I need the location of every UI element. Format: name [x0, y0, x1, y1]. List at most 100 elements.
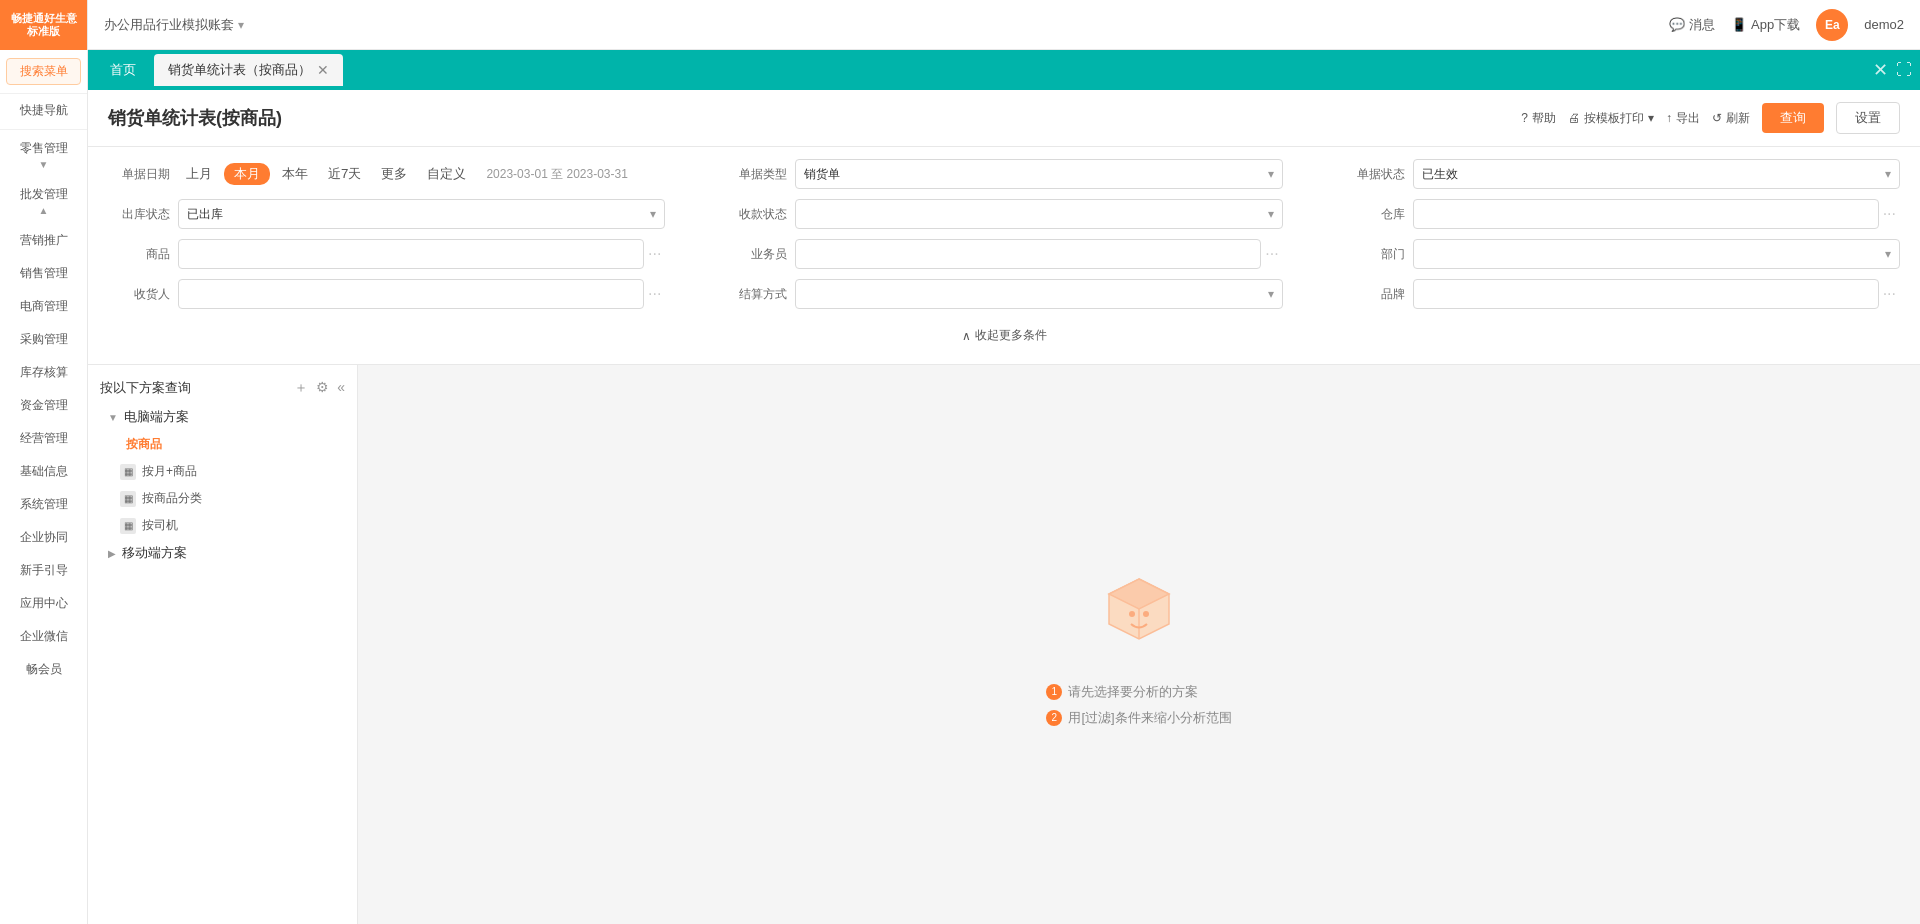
date-btn-custom[interactable]: 自定义	[419, 163, 474, 185]
tree-child-by-goods: 按商品 ▦ 按月+商品 ▦ 按商品分类 ▦ 按司机	[88, 431, 357, 539]
date-btn-7days[interactable]: 近7天	[320, 163, 369, 185]
add-scheme-icon[interactable]: ＋	[294, 379, 308, 397]
sidebar-item-basic[interactable]: 基础信息	[0, 455, 87, 488]
outbound-select-arrow: ▾	[650, 207, 656, 221]
dept-select[interactable]: ▾	[1413, 239, 1900, 269]
tab-home[interactable]: 首页	[96, 54, 150, 86]
message-button[interactable]: 💬 消息	[1669, 16, 1715, 34]
warehouse-select[interactable]	[1413, 199, 1879, 229]
export-button[interactable]: ↑ 导出	[1666, 110, 1700, 127]
sidebar: 畅捷通好生意 标准版 搜索菜单 快捷导航 零售管理 ▼ 批发管理 ▲ 营销推广 …	[0, 0, 88, 924]
sidebar-item-system[interactable]: 系统管理	[0, 488, 87, 521]
type-label: 单据类型	[725, 166, 795, 183]
help-button[interactable]: ? 帮助	[1521, 110, 1556, 127]
chevron-down-icon: ▾	[238, 18, 244, 32]
tree-desktop-root[interactable]: ▼ 电脑端方案	[88, 403, 357, 431]
goods-dots[interactable]: ···	[644, 245, 665, 263]
divider1	[0, 129, 87, 130]
tree-desktop-label: 电脑端方案	[124, 408, 189, 426]
sidebar-item-member[interactable]: 畅会员	[0, 653, 87, 686]
breadcrumb-selector[interactable]: 办公用品行业模拟账套 ▾	[104, 16, 244, 34]
filter-row-3: 商品 ··· 业务员 ··· 部门	[108, 239, 1900, 269]
date-btn-this-year[interactable]: 本年	[274, 163, 316, 185]
query-button[interactable]: 查询	[1762, 103, 1824, 133]
type-select-arrow: ▾	[1268, 167, 1274, 181]
date-control: 上月 本月 本年 近7天 更多 自定义 2023-03-01 至 2023-03…	[178, 163, 665, 185]
status-select[interactable]: 已生效 ▾	[1413, 159, 1900, 189]
sidebar-item-wholesale[interactable]: 批发管理 ▲	[0, 178, 87, 224]
brand-select[interactable]	[1413, 279, 1879, 309]
dept-select-arrow: ▾	[1885, 247, 1891, 261]
collapse-row[interactable]: ∧ 收起更多条件	[108, 319, 1900, 352]
date-label: 单据日期	[108, 166, 178, 183]
salesman-control: ···	[795, 239, 1282, 269]
sidebar-item-label: 电商管理	[20, 298, 68, 315]
sidebar-item-operations[interactable]: 经营管理	[0, 422, 87, 455]
date-btn-this-month[interactable]: 本月	[224, 163, 270, 185]
sidebar-item-app-center[interactable]: 应用中心	[0, 587, 87, 620]
message-icon: 💬	[1669, 17, 1685, 32]
tree-item-by-machine-label: 按司机	[142, 517, 178, 534]
sidebar-item-marketing[interactable]: 营销推广	[0, 224, 87, 257]
tree-item-by-goods[interactable]: 按商品	[120, 431, 357, 458]
user-avatar[interactable]: Ea	[1816, 9, 1848, 41]
close-window-icon[interactable]: ✕	[1873, 59, 1888, 81]
setting-button[interactable]: 设置	[1836, 102, 1900, 134]
collapse-label: 收起更多条件	[975, 327, 1047, 344]
brand-label: 品牌	[1343, 286, 1413, 303]
sidebar-item-purchase[interactable]: 采购管理	[0, 323, 87, 356]
tab-sales-stat[interactable]: 销货单统计表（按商品） ✕	[154, 54, 343, 86]
sidebar-item-wechat[interactable]: 企业微信	[0, 620, 87, 653]
sidebar-item-retail[interactable]: 零售管理 ▼	[0, 132, 87, 178]
sidebar-item-stock[interactable]: 库存核算	[0, 356, 87, 389]
sidebar-item-label: 企业协同	[20, 529, 68, 546]
brand-dots[interactable]: ···	[1879, 285, 1900, 303]
print-button[interactable]: 🖨 按模板打印 ▾	[1568, 110, 1654, 127]
receiver-select[interactable]	[178, 279, 644, 309]
receiver-dots[interactable]: ···	[644, 285, 665, 303]
type-select[interactable]: 销货单 ▾	[795, 159, 1282, 189]
warehouse-dots[interactable]: ···	[1879, 205, 1900, 223]
tree-item-by-month-goods[interactable]: ▦ 按月+商品	[120, 458, 357, 485]
goods-control: ···	[178, 239, 665, 269]
outbound-select[interactable]: 已出库 ▾	[178, 199, 665, 229]
salesman-dots[interactable]: ···	[1261, 245, 1282, 263]
search-menu-button[interactable]: 搜索菜单	[6, 58, 81, 85]
app-download-button[interactable]: 📱 App下载	[1731, 16, 1800, 34]
sidebar-item-enterprise[interactable]: 企业协同	[0, 521, 87, 554]
app-download-label: App下载	[1751, 16, 1800, 34]
empty-state: 1 请先选择要分析的方案 2 用[过滤]条件来缩小分析范围	[358, 365, 1920, 924]
empty-hint1: 1 请先选择要分析的方案	[1046, 679, 1231, 705]
payment-select[interactable]: ▾	[795, 199, 1282, 229]
empty-hint2: 2 用[过滤]条件来缩小分析范围	[1046, 705, 1231, 731]
sidebar-item-quick-nav[interactable]: 快捷导航	[0, 94, 87, 127]
date-btn-last-month[interactable]: 上月	[178, 163, 220, 185]
tree-item-by-category[interactable]: ▦ 按商品分类	[120, 485, 357, 512]
tab-bar: 首页 销货单统计表（按商品） ✕ ✕ ⛶	[88, 50, 1920, 90]
user-name[interactable]: demo2	[1864, 17, 1904, 32]
sidebar-item-newbie[interactable]: 新手引导	[0, 554, 87, 587]
goods-select[interactable]	[178, 239, 644, 269]
settings-scheme-icon[interactable]: ⚙	[316, 379, 329, 397]
settlement-control: ▾	[795, 279, 1282, 309]
refresh-button[interactable]: ↺ 刷新	[1712, 110, 1750, 127]
tree-item-by-goods-label: 按商品	[126, 436, 162, 453]
settlement-select[interactable]: ▾	[795, 279, 1282, 309]
tab-close-icon[interactable]: ✕	[317, 62, 329, 78]
type-control: 销货单 ▾	[795, 159, 1282, 189]
date-btn-more[interactable]: 更多	[373, 163, 415, 185]
tree-mobile-root[interactable]: ▶ 移动端方案	[88, 539, 357, 567]
sidebar-item-label: 企业微信	[20, 628, 68, 645]
dept-control: ▾	[1413, 239, 1900, 269]
salesman-select[interactable]	[795, 239, 1261, 269]
maximize-icon[interactable]: ⛶	[1896, 61, 1912, 79]
tree-item-by-machine[interactable]: ▦ 按司机	[120, 512, 357, 539]
receiver-label: 收货人	[108, 286, 178, 303]
print-label: 按模板打印	[1584, 110, 1644, 127]
sidebar-item-sales[interactable]: 销售管理	[0, 257, 87, 290]
sidebar-item-finance[interactable]: 资金管理	[0, 389, 87, 422]
sidebar-item-ecommerce[interactable]: 电商管理	[0, 290, 87, 323]
export-label: 导出	[1676, 110, 1700, 127]
collapse-panel-icon[interactable]: «	[337, 379, 345, 397]
status-value: 已生效	[1422, 166, 1458, 183]
